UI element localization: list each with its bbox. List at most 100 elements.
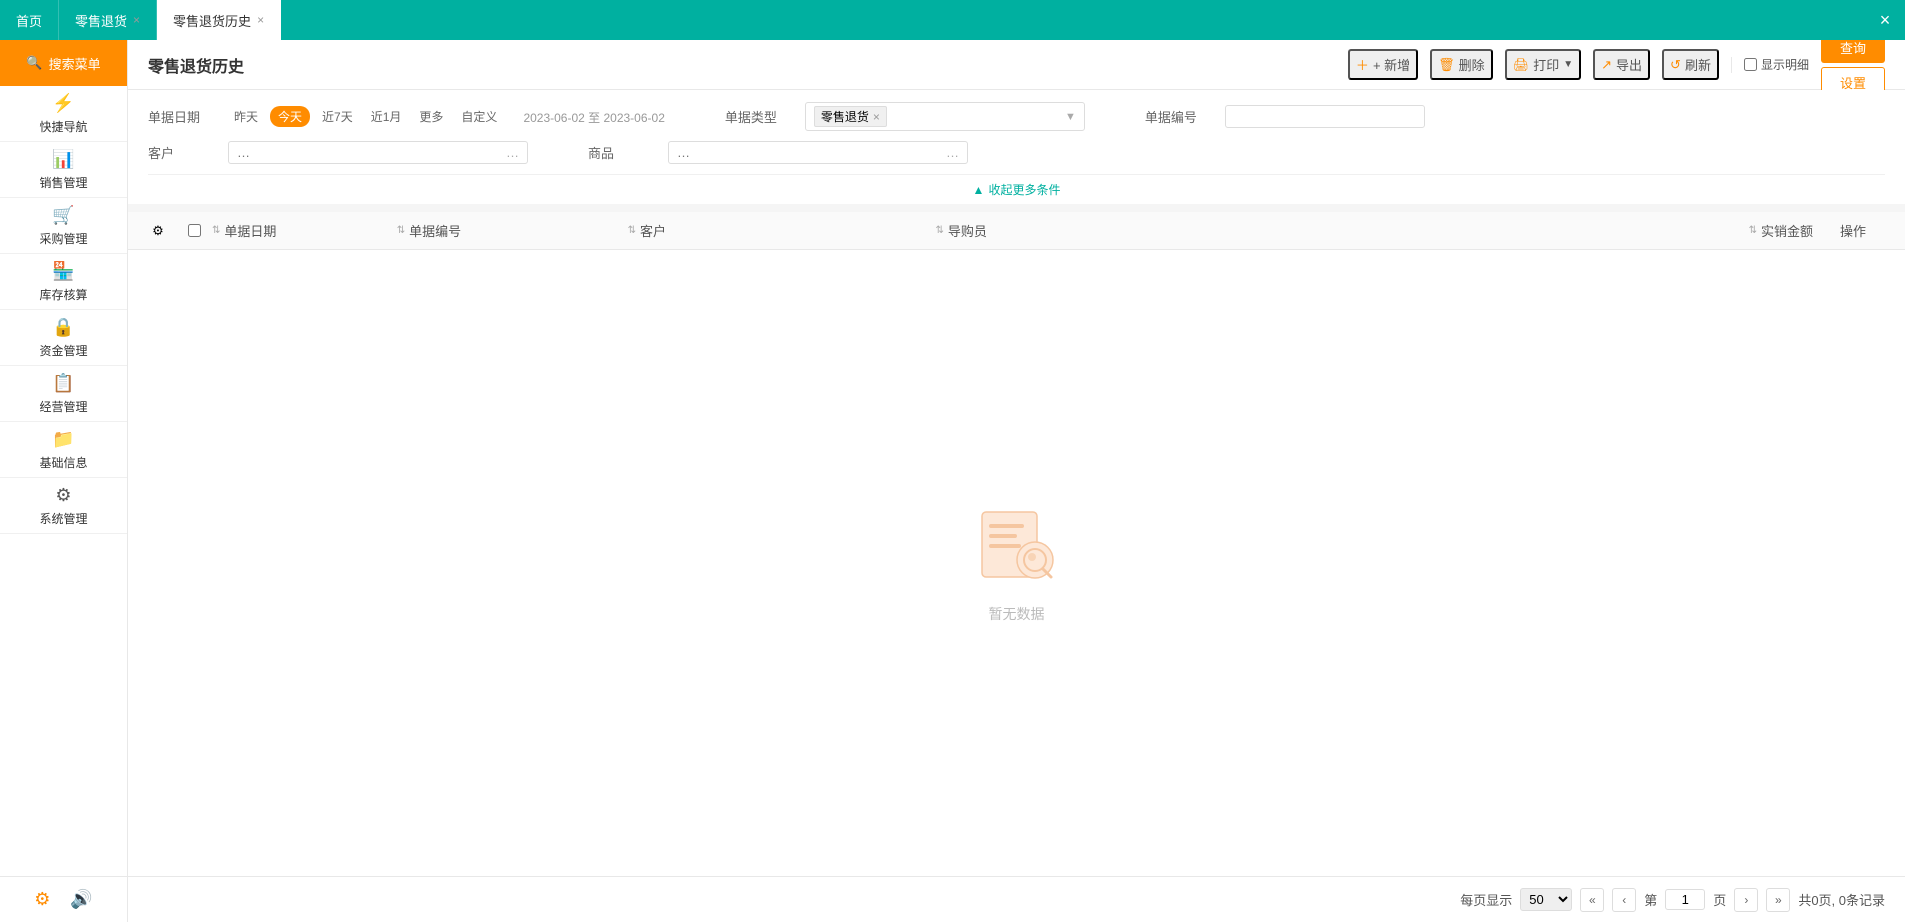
content-header: 零售退货历史 ＋ + 新增 🗑 删除 🖨 打印 ▼ ↗ 导出 — [128, 40, 1905, 90]
show-detail-checkbox-wrap[interactable]: 显示明细 — [1744, 56, 1809, 73]
print-dropdown-icon: ▼ — [1563, 59, 1573, 70]
select-all-checkbox[interactable] — [188, 224, 201, 237]
date-btn-more[interactable]: 更多 — [413, 106, 449, 127]
collapse-button[interactable]: ▲ 收起更多条件 — [148, 174, 1885, 204]
sidebar-settings-icon[interactable]: ⚙ — [34, 889, 50, 910]
doc-no-label: 单据编号 — [1145, 107, 1205, 126]
sidebar-item-quick-nav-label: 快捷导航 — [39, 118, 87, 135]
doc-type-label: 单据类型 — [725, 107, 785, 126]
th-amount-sort-icon: ⇅ — [1749, 225, 1757, 236]
th-customer[interactable]: ⇅ 客户 — [628, 221, 936, 240]
th-action: 操作 — [1813, 221, 1893, 240]
date-btn-7days[interactable]: 近7天 — [316, 106, 359, 127]
sidebar-item-inventory-calc-label: 库存核算 — [39, 286, 87, 303]
new-button[interactable]: ＋ + 新增 — [1348, 49, 1418, 80]
pagination: 每页显示 50 100 200 « ‹ 第 页 › » 共0页, 0条记录 — [128, 876, 1905, 922]
first-page-button[interactable]: « — [1580, 888, 1604, 912]
header-actions: ＋ + 新增 🗑 删除 🖨 打印 ▼ ↗ 导出 ↺ — [1348, 40, 1885, 98]
col-settings[interactable]: ⚙ — [140, 223, 176, 239]
sidebar-item-finance-mgmt-label: 资金管理 — [39, 342, 87, 359]
content-area: 零售退货历史 ＋ + 新增 🗑 删除 🖨 打印 ▼ ↗ 导出 — [128, 40, 1905, 922]
window-close-button[interactable]: × — [1865, 0, 1905, 40]
per-page-select[interactable]: 50 100 200 — [1520, 888, 1572, 911]
th-no[interactable]: ⇅ 单据编号 — [397, 221, 628, 240]
sidebar-item-basic-info[interactable]: 📁 基础信息 — [0, 422, 127, 478]
tab-retail-return[interactable]: 零售退货 × — [59, 0, 157, 40]
sidebar-item-quick-nav[interactable]: ⚡ 快捷导航 — [0, 86, 127, 142]
date-btn-custom[interactable]: 自定义 — [455, 106, 503, 127]
th-no-sort-icon: ⇅ — [397, 225, 405, 236]
refresh-icon: ↺ — [1670, 57, 1681, 73]
tab-retail-return-history[interactable]: 零售退货历史 × — [157, 0, 281, 40]
tab-home[interactable]: 首页 — [0, 0, 59, 40]
last-page-button[interactable]: » — [1766, 888, 1790, 912]
total-label: 共0页, 0条记录 — [1798, 890, 1885, 909]
date-btn-yesterday[interactable]: 昨天 — [228, 106, 264, 127]
per-page-label: 每页显示 — [1460, 890, 1512, 909]
sidebar-item-operations-mgmt[interactable]: 📋 经营管理 — [0, 366, 127, 422]
sidebar-item-sales-mgmt[interactable]: 📊 销售管理 — [0, 142, 127, 198]
delete-button[interactable]: 🗑 删除 — [1430, 49, 1493, 80]
customer-input-wrap[interactable]: … — [228, 141, 528, 164]
filter-row-1: 单据日期 昨天 今天 近7天 近1月 更多 自定义 2023-06-02 至 2… — [148, 102, 1885, 131]
th-guide[interactable]: ⇅ 导购员 — [936, 221, 1167, 240]
query-button[interactable]: 查询 — [1821, 40, 1885, 63]
sidebar-speaker-icon[interactable]: 🔊 — [70, 889, 92, 910]
th-date-label: 单据日期 — [224, 221, 276, 240]
sidebar-search-label: 搜索菜单 — [49, 54, 101, 73]
quick-nav-icon: ⚡ — [52, 93, 74, 114]
date-filter-label: 单据日期 — [148, 107, 208, 126]
th-guide-label: 导购员 — [948, 221, 987, 240]
empty-state-text: 暂无数据 — [989, 604, 1045, 624]
tab-retail-return-close[interactable]: × — [133, 13, 140, 27]
date-btn-1month[interactable]: 近1月 — [365, 106, 408, 127]
refresh-button[interactable]: ↺ 刷新 — [1662, 49, 1719, 80]
th-amount[interactable]: ⇅ 实销金额 — [1628, 221, 1813, 240]
sidebar-item-operations-mgmt-label: 经营管理 — [39, 398, 87, 415]
sidebar-search[interactable]: 🔍 搜索菜单 — [0, 40, 127, 86]
sidebar-item-system-mgmt[interactable]: ⚙ 系统管理 — [0, 478, 127, 534]
next-page-button[interactable]: › — [1734, 888, 1758, 912]
page-unit-label: 页 — [1713, 890, 1726, 909]
sidebar-item-inventory-calc[interactable]: 🏪 库存核算 — [0, 254, 127, 310]
tab-retail-return-history-close[interactable]: × — [257, 13, 264, 27]
th-date[interactable]: ⇅ 单据日期 — [212, 221, 397, 240]
search-icon: 🔍 — [26, 55, 42, 71]
th-customer-label: 客户 — [640, 221, 666, 240]
goods-input-wrap[interactable]: … — [668, 141, 968, 164]
sidebar: 🔍 搜索菜单 ⚡ 快捷导航 📊 销售管理 🛒 采购管理 🏪 库存核算 🔒 资金管… — [0, 40, 128, 922]
doc-type-tag-close[interactable]: × — [873, 110, 880, 124]
goods-input[interactable] — [677, 145, 942, 160]
date-btn-today[interactable]: 今天 — [270, 106, 310, 127]
sidebar-item-purchase-mgmt[interactable]: 🛒 采购管理 — [0, 198, 127, 254]
doc-no-input[interactable] — [1234, 109, 1416, 124]
customer-input[interactable] — [237, 145, 502, 160]
new-icon: ＋ — [1356, 55, 1369, 74]
filter-row-2: 客户 … 商品 … — [148, 141, 1885, 164]
system-mgmt-icon: ⚙ — [55, 485, 71, 506]
th-guide-sort-icon: ⇅ — [936, 225, 944, 236]
tab-home-label: 首页 — [16, 11, 42, 30]
doc-type-select[interactable]: 零售退货 × ▼ — [805, 102, 1085, 131]
page-input[interactable] — [1665, 889, 1705, 910]
sidebar-bottom: ⚙ 🔊 — [0, 876, 127, 922]
inventory-calc-icon: 🏪 — [52, 261, 74, 282]
sidebar-item-finance-mgmt[interactable]: 🔒 资金管理 — [0, 310, 127, 366]
print-button[interactable]: 🖨 打印 ▼ — [1505, 49, 1581, 80]
table-header: ⚙ ⇅ 单据日期 ⇅ 单据编号 ⇅ 客户 — [128, 212, 1905, 250]
th-no-label: 单据编号 — [409, 221, 461, 240]
doc-type-tag-label: 零售退货 — [821, 108, 869, 125]
export-button[interactable]: ↗ 导出 — [1593, 49, 1650, 80]
basic-info-icon: 📁 — [52, 429, 74, 450]
prev-page-button[interactable]: ‹ — [1612, 888, 1636, 912]
col-checkbox[interactable] — [176, 224, 212, 237]
show-detail-checkbox[interactable] — [1744, 58, 1757, 71]
purchase-mgmt-icon: 🛒 — [52, 205, 74, 226]
tab-retail-return-label: 零售退货 — [75, 11, 127, 30]
goods-label: 商品 — [588, 143, 648, 162]
doc-type-tag: 零售退货 × — [814, 106, 887, 127]
doc-no-input-wrap[interactable] — [1225, 105, 1425, 128]
date-range-display: 2023-06-02 至 2023-06-02 — [523, 107, 664, 126]
goods-ellipsis: … — [946, 145, 959, 160]
empty-state-icon — [967, 502, 1067, 592]
